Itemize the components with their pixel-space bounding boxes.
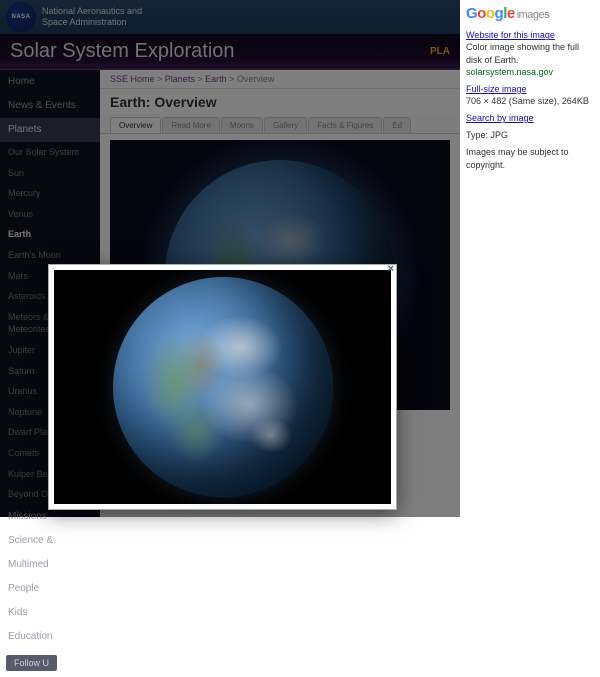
site-title-bar: Solar System Exploration Pla bbox=[0, 34, 460, 70]
sidebar-item[interactable]: Earth's Moon bbox=[0, 245, 100, 266]
breadcrumb: SSE Home > Planets > Earth > Overview bbox=[100, 70, 460, 89]
nav-multimedia[interactable]: Multimed bbox=[0, 553, 100, 577]
sidebar-item[interactable]: Venus bbox=[0, 204, 100, 225]
follow-button[interactable]: Follow U bbox=[6, 655, 57, 671]
org-line2: Space Administration bbox=[42, 17, 142, 28]
sidebar-item-earth[interactable]: Earth bbox=[0, 224, 100, 245]
nav-news[interactable]: News & Events bbox=[0, 94, 100, 118]
sidebar-item[interactable]: Sun bbox=[0, 163, 100, 184]
tab-readmore[interactable]: Read More bbox=[162, 117, 220, 133]
tab-ed[interactable]: Ed bbox=[383, 117, 411, 133]
search-by-image-link[interactable]: Search by image bbox=[466, 113, 534, 123]
nav-education[interactable]: Education bbox=[0, 625, 100, 649]
nav-science[interactable]: Science & bbox=[0, 529, 100, 553]
copyright-notice: Images may be subject to copyright. bbox=[466, 146, 594, 170]
tab-facts[interactable]: Facts & Figures bbox=[308, 117, 382, 133]
tab-overview[interactable]: Overview bbox=[110, 117, 161, 133]
nav-people[interactable]: People bbox=[0, 577, 100, 601]
crumb-home[interactable]: SSE Home bbox=[110, 74, 155, 84]
play-label[interactable]: Pla bbox=[430, 46, 450, 57]
nasa-logo-icon[interactable] bbox=[6, 2, 36, 32]
tabs: Overview Read More Moons Gallery Facts &… bbox=[100, 115, 460, 134]
google-logo[interactable]: Googleimages bbox=[466, 4, 594, 24]
image-caption: Color image showing the full disk of Ear… bbox=[466, 41, 594, 65]
crumb-planets[interactable]: Planets bbox=[165, 74, 195, 84]
lightbox-inner bbox=[54, 270, 391, 504]
website-for-image-link[interactable]: Website for this image bbox=[466, 30, 555, 40]
image-type: Type: JPG bbox=[466, 129, 594, 141]
earth-image-icon[interactable] bbox=[113, 277, 333, 497]
image-lightbox: × bbox=[48, 264, 397, 510]
nav-planets[interactable]: Planets bbox=[0, 118, 100, 142]
image-dimensions: 706 × 482 (Same size), 264KB bbox=[466, 95, 594, 107]
image-source: solarsystem.nasa.gov bbox=[466, 66, 594, 78]
nav-home[interactable]: Home bbox=[0, 70, 100, 94]
tab-moons[interactable]: Moons bbox=[221, 117, 263, 133]
crumb-earth[interactable]: Earth bbox=[205, 74, 227, 84]
google-images-label: images bbox=[517, 9, 549, 21]
tab-gallery[interactable]: Gallery bbox=[264, 117, 307, 133]
nav-kids[interactable]: Kids bbox=[0, 601, 100, 625]
sidebar-item[interactable]: Our Solar System bbox=[0, 142, 100, 163]
org-name: National Aeronautics and Space Administr… bbox=[42, 6, 142, 28]
crumb-overview: Overview bbox=[237, 74, 275, 84]
google-images-panel: Googleimages Website for this image Colo… bbox=[462, 0, 598, 517]
site-title: Solar System Exploration bbox=[10, 40, 235, 63]
sidebar-item[interactable]: Mercury bbox=[0, 183, 100, 204]
page-title: Earth: Overview bbox=[100, 89, 460, 115]
org-line1: National Aeronautics and bbox=[42, 6, 142, 17]
fullsize-image-link[interactable]: Full-size image bbox=[466, 84, 527, 94]
close-icon[interactable]: × bbox=[388, 263, 394, 275]
nasa-header: National Aeronautics and Space Administr… bbox=[0, 0, 460, 34]
